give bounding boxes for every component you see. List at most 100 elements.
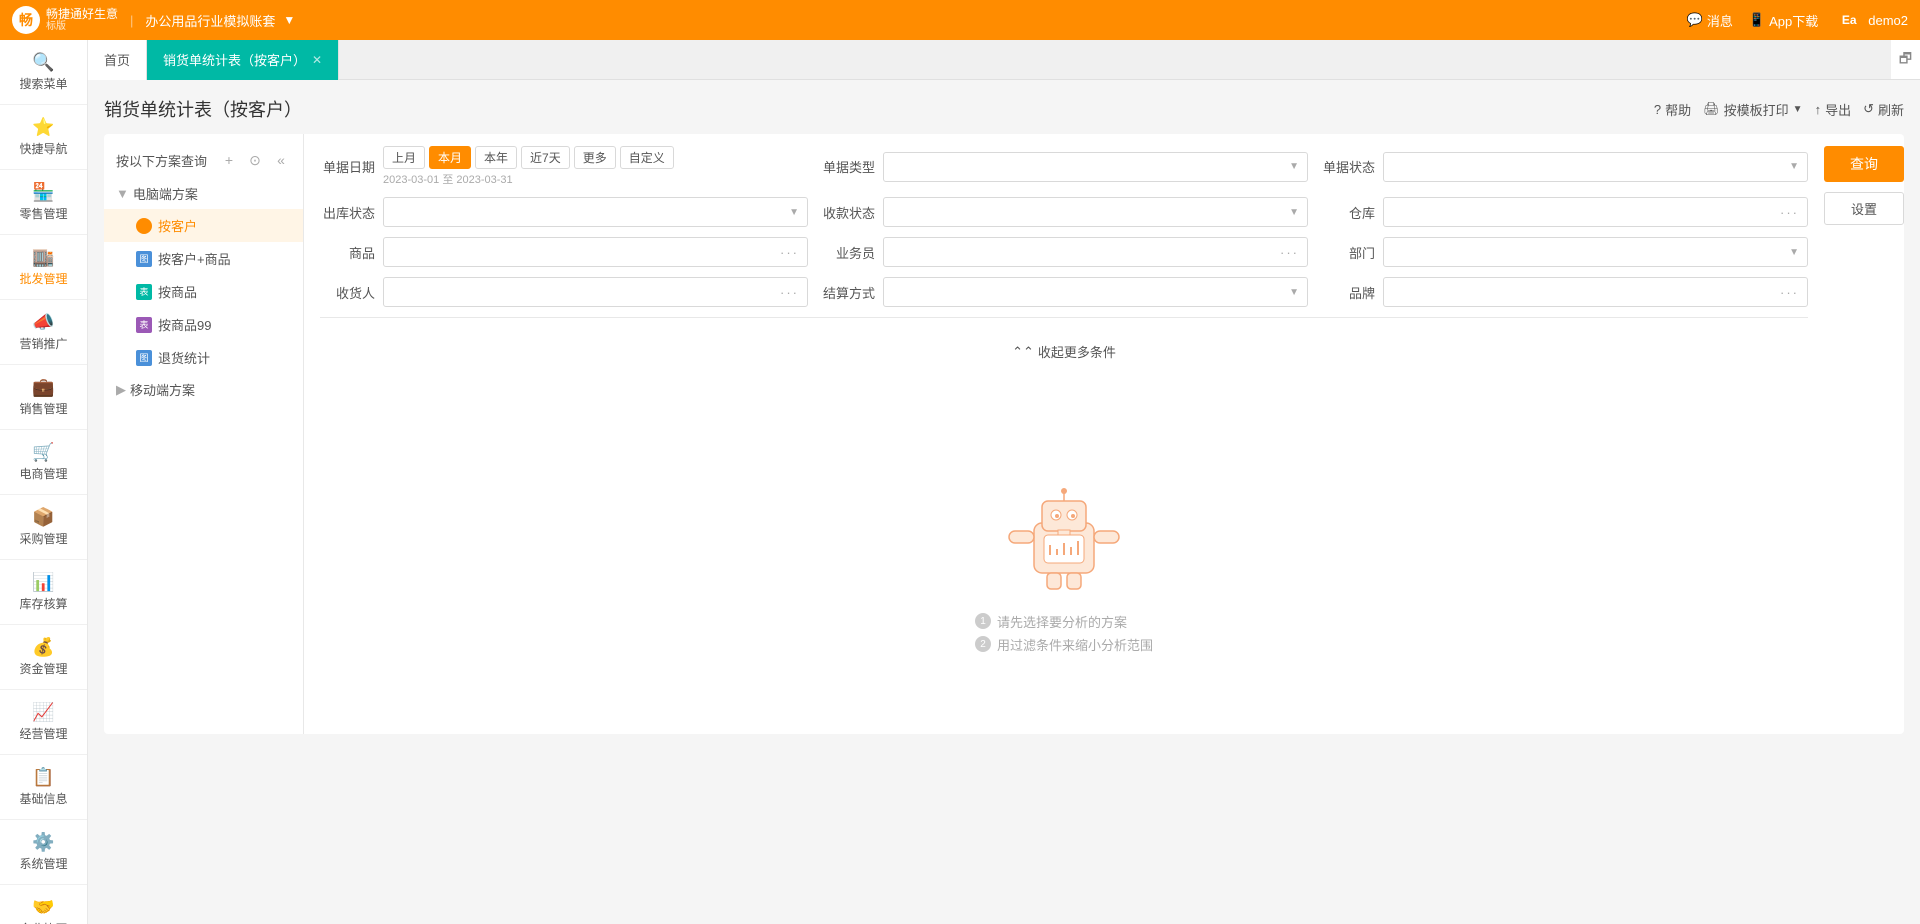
type-select-arrow: ▼: [1289, 161, 1299, 172]
sidebar-item-quick-nav[interactable]: ⭐ 快捷导航: [0, 105, 87, 170]
dropdown-arrow-top[interactable]: ▼: [283, 13, 295, 27]
goods-dots: ···: [780, 245, 799, 260]
warehouse-select[interactable]: ···: [1383, 197, 1808, 227]
filter-employee: 业务员 ···: [820, 237, 1308, 267]
user-label: demo2: [1868, 13, 1908, 28]
scheme-group-desktop-header[interactable]: ▼ 电脑端方案: [104, 178, 303, 209]
hint-number-2: 2: [975, 636, 991, 652]
help-btn[interactable]: ? 帮助: [1654, 100, 1691, 119]
collapse-label: 收起更多条件: [1038, 342, 1116, 361]
receiver-select[interactable]: ···: [383, 277, 808, 307]
tab-bar: 首页 销货单统计表（按客户） ✕ 🗗: [88, 40, 1920, 80]
template-print-btn[interactable]: 🖨 按模板打印 ▼: [1703, 100, 1802, 119]
sidebar-label-inventory: 库存核算: [4, 595, 83, 612]
warehouse-control: ···: [1383, 197, 1808, 227]
main-panel: 按以下方案查询 + ⊙ « ▼ 电脑端方案: [104, 134, 1904, 734]
scheme-icon-chart: 图: [136, 251, 152, 267]
scheme-item-return-stats[interactable]: 图 退货统计: [104, 341, 303, 374]
empty-hint-2: 2 用过滤条件来缩小分析范围: [975, 635, 1153, 654]
scheme-add-btn[interactable]: +: [219, 150, 239, 170]
filter-type: 单据类型 ▼: [820, 152, 1308, 182]
goods-label: 商品: [320, 243, 375, 262]
collapse-btn[interactable]: ⌃⌃ 收起更多条件: [1004, 334, 1124, 369]
filter-date: 单据日期 上月 本月 本年 近7天 更多 自定义: [320, 146, 808, 187]
sidebar-item-cooperation[interactable]: 🤝 企业协同: [0, 885, 87, 924]
sidebar-label-finance: 资金管理: [4, 660, 83, 677]
sidebar-item-ecommerce[interactable]: 🛒 电商管理: [0, 430, 87, 495]
settings-button[interactable]: 设置: [1824, 192, 1904, 225]
page-content: 销货单统计表（按客户） ? 帮助 🖨 按模板打印 ▼ ↑: [88, 80, 1920, 924]
sidebar-item-retail[interactable]: 🏪 零售管理: [0, 170, 87, 235]
empty-hint-1: 1 请先选择要分析的方案: [975, 612, 1153, 631]
refresh-btn[interactable]: ↺ 刷新: [1863, 100, 1904, 119]
warehouse-dots: ···: [1780, 205, 1799, 220]
settlement-control: ▼: [883, 277, 1308, 307]
sidebar-item-operations[interactable]: 📈 经营管理: [0, 690, 87, 755]
payment-select-arrow: ▼: [1289, 207, 1299, 218]
scheme-item-label-by-customer-goods: 按客户+商品: [158, 249, 231, 268]
outbound-select[interactable]: ▼: [383, 197, 808, 227]
user-area[interactable]: Ea demo2: [1834, 5, 1908, 35]
employee-select[interactable]: ···: [883, 237, 1308, 267]
sidebar-item-inventory[interactable]: 📊 库存核算: [0, 560, 87, 625]
tab-restore-icon[interactable]: 🗗: [1899, 48, 1912, 72]
date-btn-last-7[interactable]: 近7天: [521, 146, 570, 169]
dept-control: ▼: [1383, 237, 1808, 267]
dept-select[interactable]: ▼: [1383, 237, 1808, 267]
date-btn-last-month[interactable]: 上月: [383, 146, 425, 169]
date-range-display: 2023-03-01 至 2023-03-31: [383, 171, 808, 187]
sidebar-item-purchase[interactable]: 📦 采购管理: [0, 495, 87, 560]
tab-home[interactable]: 首页: [88, 40, 147, 80]
employee-control: ···: [883, 237, 1308, 267]
logo-text-block: 畅捷通好生意 标版: [46, 7, 118, 33]
scheme-item-by-customer[interactable]: 按客户: [104, 209, 303, 242]
payment-select[interactable]: ▼: [883, 197, 1308, 227]
sidebar-item-basic[interactable]: 📋 基础信息: [0, 755, 87, 820]
brand-select[interactable]: ···: [1383, 277, 1808, 307]
scheme-collapse-btn[interactable]: «: [271, 150, 291, 170]
status-select[interactable]: ▼: [1383, 152, 1808, 182]
collapse-arrow-icon: ⌃⌃: [1012, 344, 1034, 360]
group-expand-arrow: ▼: [116, 186, 129, 201]
top-bar-left: 畅 畅捷通好生意 标版 | 办公用品行业模拟账套 ▼: [12, 6, 295, 34]
type-select[interactable]: ▼: [883, 152, 1308, 182]
scheme-icon-return: 图: [136, 350, 152, 366]
message-btn[interactable]: 💬 消息: [1687, 11, 1733, 30]
tab-sales-stats[interactable]: 销货单统计表（按客户） ✕: [147, 40, 339, 80]
sidebar-label-quick-nav: 快捷导航: [4, 140, 83, 157]
scheme-group-mobile-header[interactable]: ▶ 移动端方案: [104, 374, 303, 405]
group-label-mobile: 移动端方案: [130, 380, 195, 399]
help-icon: ?: [1654, 102, 1661, 117]
sidebar-item-system[interactable]: ⚙️ 系统管理: [0, 820, 87, 885]
scheme-settings-btn[interactable]: ⊙: [245, 150, 265, 170]
sidebar-item-finance[interactable]: 💰 资金管理: [0, 625, 87, 690]
type-label: 单据类型: [820, 157, 875, 176]
scheme-item-label-return-stats: 退货统计: [158, 348, 210, 367]
sidebar-item-wholesale[interactable]: 🏬 批发管理: [0, 235, 87, 300]
scheme-item-by-customer-goods[interactable]: 图 按客户+商品: [104, 242, 303, 275]
date-btn-more[interactable]: 更多: [574, 146, 616, 169]
date-btn-this-year[interactable]: 本年: [475, 146, 517, 169]
sidebar-item-sales[interactable]: 💼 销售管理: [0, 365, 87, 430]
top-bar: 畅 畅捷通好生意 标版 | 办公用品行业模拟账套 ▼ 💬 消息 📱 App下载: [0, 0, 1920, 40]
filter-outbound: 出库状态 ▼: [320, 197, 808, 227]
goods-select[interactable]: ···: [383, 237, 808, 267]
export-btn[interactable]: ↑ 导出: [1815, 100, 1852, 119]
search-icon: 🔍: [4, 52, 83, 73]
tab-close-icon[interactable]: ✕: [312, 53, 322, 67]
scheme-header-label: 按以下方案查询: [116, 151, 207, 170]
date-btn-custom[interactable]: 自定义: [620, 146, 674, 169]
scheme-item-by-goods-99[interactable]: 表 按商品99: [104, 308, 303, 341]
settlement-select[interactable]: ▼: [883, 277, 1308, 307]
sidebar-item-marketing[interactable]: 📣 营销推广: [0, 300, 87, 365]
app-download-label: App下载: [1769, 11, 1818, 30]
scheme-item-label-by-goods-99: 按商品99: [158, 315, 211, 334]
date-btn-this-month[interactable]: 本月: [429, 146, 471, 169]
sidebar-item-search-menu[interactable]: 🔍 搜索菜单: [0, 40, 87, 105]
scheme-item-label-by-customer: 按客户: [158, 216, 197, 235]
app-download-btn[interactable]: 📱 App下载: [1749, 11, 1818, 30]
query-button[interactable]: 查询: [1824, 146, 1904, 182]
scheme-item-by-goods[interactable]: 表 按商品: [104, 275, 303, 308]
ecommerce-icon: 🛒: [4, 442, 83, 463]
status-label: 单据状态: [1320, 157, 1375, 176]
